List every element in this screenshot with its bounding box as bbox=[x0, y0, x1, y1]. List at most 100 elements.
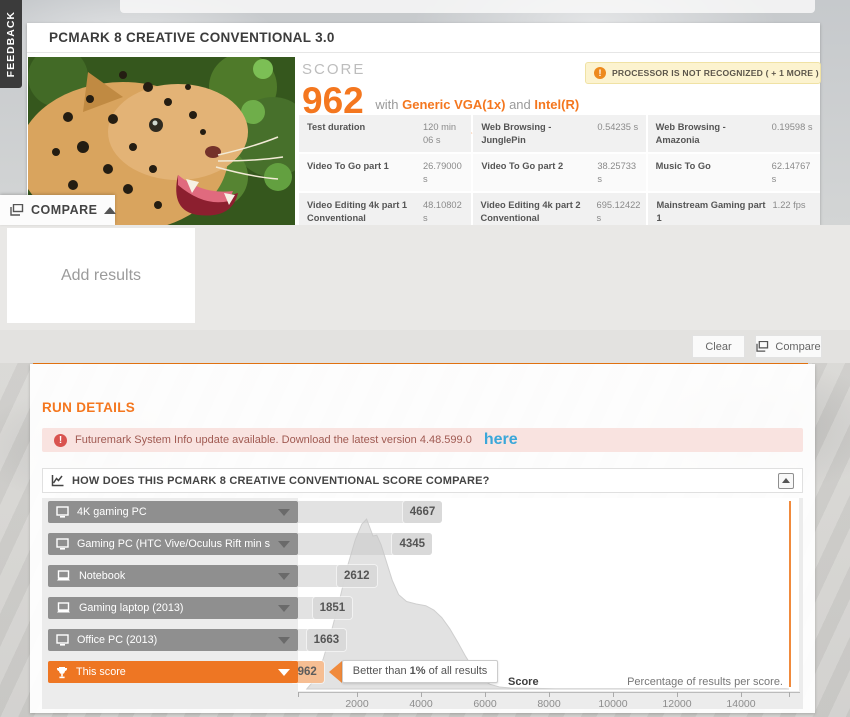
caret-down-icon bbox=[278, 636, 290, 644]
comparison-row-preset[interactable]: Gaming laptop (2013) bbox=[48, 597, 298, 619]
result-cell-value: 48.10802 s bbox=[423, 200, 462, 223]
result-cell-label: Web Browsing - Amazonia bbox=[655, 122, 726, 145]
comparison-row-label: Office PC (2013) bbox=[77, 634, 158, 646]
compare-button-label: Compare bbox=[775, 340, 821, 353]
exclamation-circle-icon: ! bbox=[54, 433, 67, 447]
comparison-row-preset[interactable]: Office PC (2013) bbox=[48, 629, 298, 651]
axis-tick bbox=[613, 692, 614, 697]
tooltip-arrow-icon bbox=[328, 660, 342, 683]
result-cell-value: 62.14767 s bbox=[771, 161, 811, 184]
result-cell-label: Video Editing 4k part 2 Conventional bbox=[480, 200, 581, 223]
axis-tick-label: 12000 bbox=[662, 698, 692, 710]
result-cell-value: 0.19598 s bbox=[771, 122, 813, 132]
score-bar: 1851 bbox=[298, 597, 353, 619]
result-cell-label: Video To Go part 2 bbox=[481, 161, 564, 172]
axis-right-note: Percentage of results per score. bbox=[627, 676, 783, 688]
score-label: SCORE bbox=[302, 61, 366, 78]
comparison-row-label: Notebook bbox=[79, 570, 126, 582]
comparison-row-preset[interactable]: 4K gaming PC bbox=[48, 501, 298, 523]
score-with-word: with bbox=[375, 97, 399, 112]
score-bar: 4345 bbox=[298, 533, 433, 555]
caret-down-icon bbox=[278, 604, 290, 612]
result-cell: Video To Go part 1 26.79000 s bbox=[299, 154, 472, 192]
axis-tick bbox=[485, 692, 486, 697]
result-cell-value: 0.54235 s bbox=[597, 122, 639, 132]
caret-down-icon bbox=[278, 668, 290, 676]
result-cell-label: Video Editing 4k part 1 Conventional bbox=[307, 200, 408, 223]
percentile-tooltip-text: Better than 1% of all results bbox=[341, 660, 499, 683]
score-bar-value: 1851 bbox=[312, 597, 353, 619]
feedback-tab-label: FEEDBACK bbox=[5, 10, 17, 78]
run-details-card: RUN DETAILS ! Futuremark System Info upd… bbox=[30, 364, 815, 713]
trophy-icon bbox=[56, 666, 68, 679]
score-bar: 962 bbox=[290, 661, 324, 683]
compare-actions-bar: Clear Compare bbox=[0, 330, 850, 363]
comparison-row-label: Gaming PC (HTC Vive/Oculus Rift min spec… bbox=[77, 538, 270, 550]
laptop-icon bbox=[56, 570, 71, 582]
comparison-row-this-score[interactable]: This score bbox=[48, 661, 298, 683]
axis-tick bbox=[677, 692, 678, 697]
axis-tick-label: 10000 bbox=[598, 698, 628, 710]
result-cell-label: Mainstream Gaming part 1 bbox=[656, 200, 766, 223]
run-details-heading: RUN DETAILS bbox=[42, 400, 136, 415]
desktop-icon bbox=[56, 538, 69, 550]
comparison-row-label: This score bbox=[76, 666, 126, 678]
result-cell: Test duration 120 min 06 s bbox=[299, 115, 472, 153]
result-cell-value: 38.25733 s bbox=[597, 161, 637, 184]
axis-tick bbox=[357, 692, 358, 697]
compare-tab-label: COMPARE bbox=[31, 203, 98, 217]
axis-tick bbox=[741, 692, 742, 697]
comparison-row-preset[interactable]: Gaming PC (HTC Vive/Oculus Rift min spec… bbox=[48, 533, 298, 555]
caret-down-icon bbox=[278, 572, 290, 580]
score-bar-value: 1663 bbox=[306, 629, 347, 651]
score-bar: 1663 bbox=[298, 629, 347, 651]
comparison-row-preset[interactable]: Notebook bbox=[48, 565, 298, 587]
update-alert-text: Futuremark System Info update available.… bbox=[75, 434, 472, 446]
caret-up-icon bbox=[104, 206, 117, 214]
compare-button[interactable]: Compare bbox=[755, 335, 822, 358]
processor-warning-badge[interactable]: ! PROCESSOR IS NOT RECOGNIZED ( + 1 MORE… bbox=[585, 62, 821, 84]
comparison-row-label: Gaming laptop (2013) bbox=[79, 602, 184, 614]
axis-tick-label: 14000 bbox=[726, 698, 756, 710]
score-bar-value: 4345 bbox=[392, 533, 433, 555]
score-and-word: and bbox=[509, 97, 531, 112]
axis-tick bbox=[549, 692, 550, 697]
compare-tab[interactable]: COMPARE bbox=[0, 195, 117, 225]
caret-down-icon bbox=[278, 540, 290, 548]
score-compare-chart: Score Percentage of results per score. 4… bbox=[42, 498, 803, 710]
feedback-tab[interactable]: FEEDBACK bbox=[0, 0, 22, 88]
page: FEEDBACK PCMARK 8 CREATIVE CONVENTIONAL … bbox=[0, 0, 850, 717]
axis-tick bbox=[421, 692, 422, 697]
comparison-row-label: 4K gaming PC bbox=[77, 506, 147, 518]
compare-section-title: HOW DOES THIS PCMARK 8 CREATIVE CONVENTI… bbox=[72, 474, 490, 487]
clear-button[interactable]: Clear bbox=[692, 335, 745, 358]
result-cell-label: Music To Go bbox=[655, 161, 711, 172]
clear-button-label: Clear bbox=[705, 340, 732, 353]
score-bar: 4667 bbox=[298, 501, 443, 523]
score-gpu: Generic VGA(1x) bbox=[402, 97, 506, 112]
laptop-icon bbox=[56, 602, 71, 614]
score-bar-value: 4667 bbox=[402, 501, 443, 523]
result-cell-label: Test duration bbox=[307, 122, 366, 132]
result-cell-label: Video To Go part 1 bbox=[307, 161, 389, 172]
collapse-section-button[interactable] bbox=[778, 472, 794, 489]
chart-icon bbox=[51, 475, 64, 487]
result-card: PCMARK 8 CREATIVE CONVENTIONAL 3.0 SCORE… bbox=[27, 23, 821, 282]
layers-icon bbox=[10, 204, 24, 216]
add-results-label: Add results bbox=[60, 266, 142, 284]
result-cell: Web Browsing - Amazonia 0.19598 s bbox=[647, 115, 820, 153]
axis-tick bbox=[298, 692, 299, 697]
result-card-title: PCMARK 8 CREATIVE CONVENTIONAL 3.0 bbox=[27, 23, 820, 53]
axis-tick-label: 2000 bbox=[345, 698, 369, 710]
caret-down-icon bbox=[278, 508, 290, 516]
percentile-tooltip: Better than 1% of all results bbox=[328, 660, 499, 683]
result-cell-value: 1.22 fps bbox=[772, 200, 806, 211]
add-results-dropzone[interactable]: Add results bbox=[7, 228, 195, 323]
result-cell: Web Browsing - JunglePin 0.54235 s bbox=[473, 115, 646, 153]
result-cell-value: 695.12422 s bbox=[596, 200, 641, 223]
exclamation-circle-icon: ! bbox=[594, 67, 606, 79]
update-download-link[interactable]: here bbox=[484, 431, 518, 449]
chart-right-edge-marker bbox=[789, 501, 791, 687]
axis-tick-label: 6000 bbox=[473, 698, 497, 710]
axis-tick bbox=[789, 692, 790, 697]
